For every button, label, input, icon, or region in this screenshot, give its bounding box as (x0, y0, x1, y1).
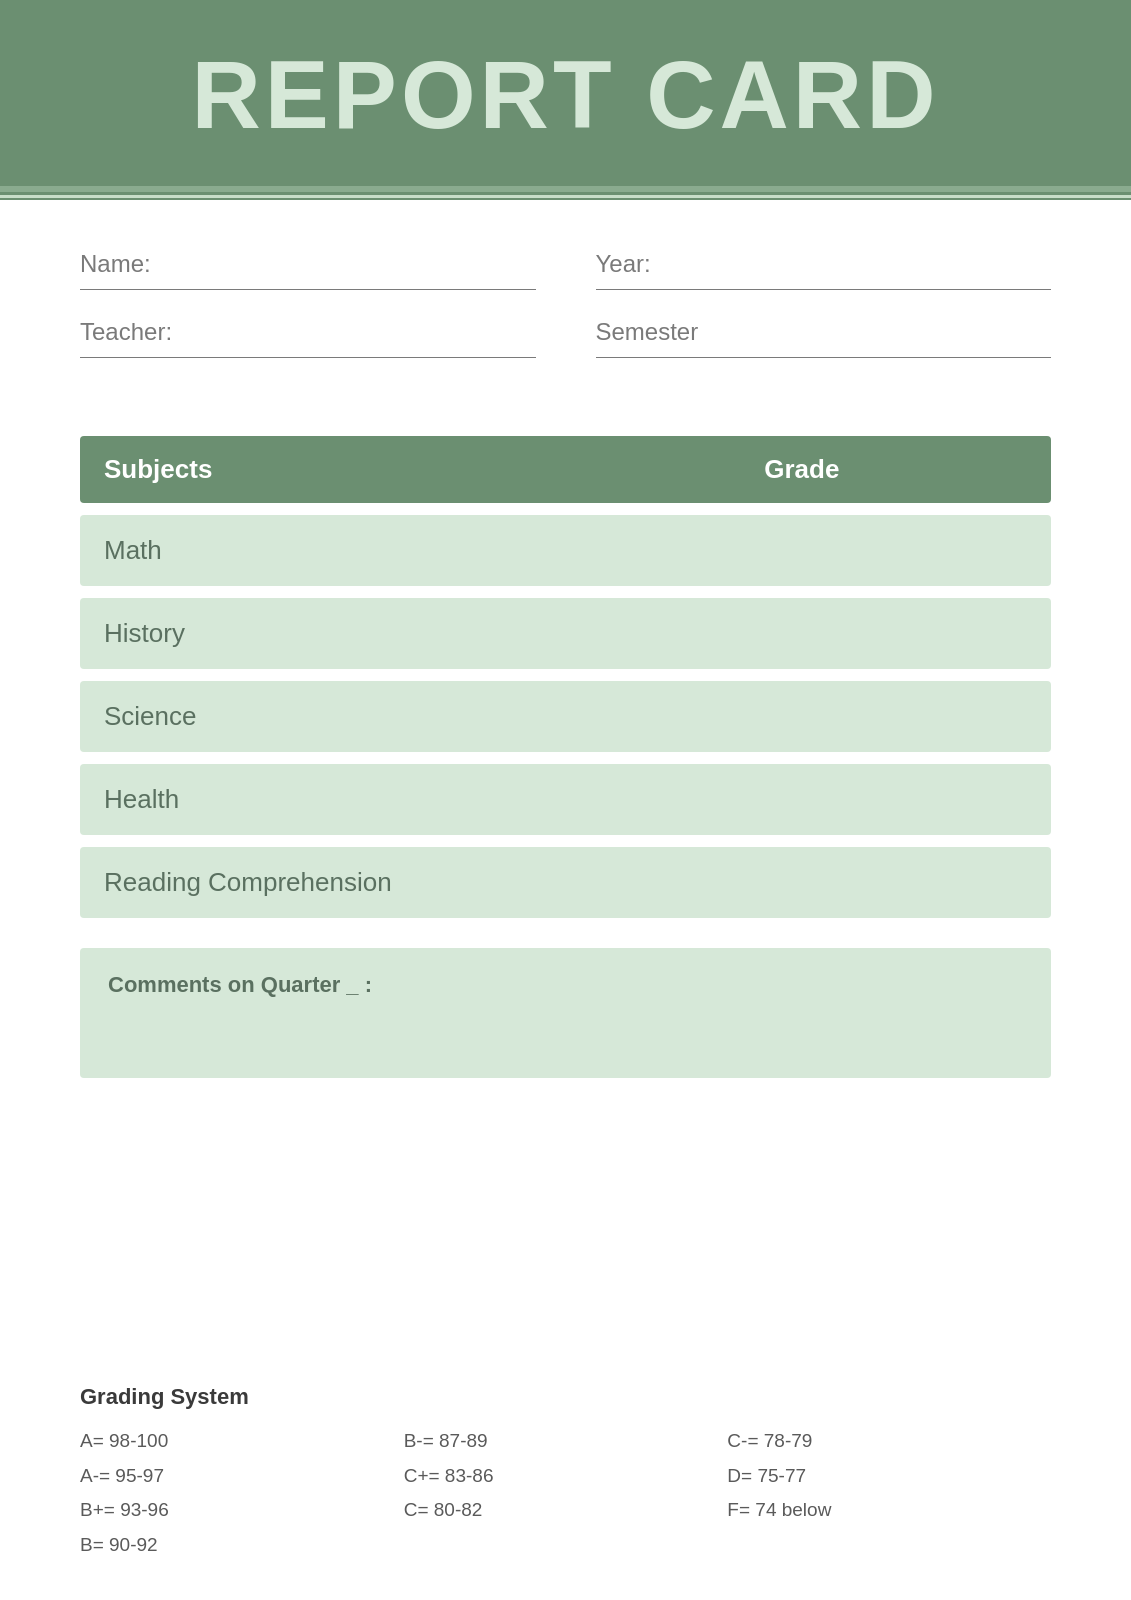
grading-item: F= 74 below (727, 1495, 1051, 1525)
grade-column-header: Grade (740, 436, 1051, 503)
grading-section: Grading System A= 98-100 A-= 95-97 B+= 93-… (0, 1344, 1131, 1600)
header-line-thin (0, 195, 1131, 198)
grade-cell (740, 681, 1051, 752)
table-row: Math (80, 515, 1051, 586)
table-row-spacer (80, 586, 1051, 598)
subject-cell: Reading Comprehension (80, 847, 740, 918)
teacher-underline (80, 350, 536, 358)
table-row: Health (80, 764, 1051, 835)
grade-cell (740, 515, 1051, 586)
name-label: Name: (80, 250, 536, 278)
grading-grid: A= 98-100 A-= 95-97 B+= 93-96 B= 90-92 B-= … (80, 1426, 1051, 1560)
grade-table-section: Subjects Grade Math History Science Health R… (0, 416, 1131, 938)
grading-item: A= 98-100 (80, 1426, 404, 1456)
subject-cell: Math (80, 515, 740, 586)
semester-label: Semester (596, 318, 1052, 346)
semester-field: Semester (596, 318, 1052, 358)
table-row: History (80, 598, 1051, 669)
grading-item: C+= 83-86 (404, 1461, 728, 1491)
subject-cell: History (80, 598, 740, 669)
year-field: Year: (596, 250, 1052, 290)
subject-cell: Health (80, 764, 740, 835)
info-row-1: Name: Year: (80, 250, 1051, 290)
year-underline (596, 282, 1052, 290)
table-row-spacer (80, 752, 1051, 764)
grade-cell (740, 847, 1051, 918)
semester-underline (596, 350, 1052, 358)
header: REPORT CARD (0, 0, 1131, 200)
comments-box: Comments on Quarter _ : (80, 948, 1051, 1078)
grading-item: C-= 78-79 (727, 1426, 1051, 1456)
grade-table: Subjects Grade Math History Science Health R… (80, 436, 1051, 918)
grading-col-3: C-= 78-79 D= 75-77 F= 74 below (727, 1426, 1051, 1560)
subjects-column-header: Subjects (80, 436, 740, 503)
grading-item: A-= 95-97 (80, 1461, 404, 1491)
table-row: Science (80, 681, 1051, 752)
header-decoration (0, 186, 1131, 200)
comments-label: Comments on Quarter _ : (108, 972, 372, 997)
grading-item: D= 75-77 (727, 1461, 1051, 1491)
grade-cell (740, 598, 1051, 669)
info-row-2: Teacher: Semester (80, 318, 1051, 358)
table-row-spacer (80, 669, 1051, 681)
grading-item: C= 80-82 (404, 1495, 728, 1525)
subject-cell: Science (80, 681, 740, 752)
table-row-spacer (80, 835, 1051, 847)
grading-item: B-= 87-89 (404, 1426, 728, 1456)
grading-item: B= 90-92 (80, 1530, 404, 1560)
grading-col-2: B-= 87-89 C+= 83-86 C= 80-82 (404, 1426, 728, 1560)
table-row: Reading Comprehension (80, 847, 1051, 918)
info-section: Name: Year: Teacher: Semester (0, 200, 1131, 416)
teacher-label: Teacher: (80, 318, 536, 346)
grade-cell (740, 764, 1051, 835)
grading-item: B+= 93-96 (80, 1495, 404, 1525)
teacher-field: Teacher: (80, 318, 536, 358)
table-header-row: Subjects Grade (80, 436, 1051, 503)
name-field: Name: (80, 250, 536, 290)
name-underline (80, 282, 536, 290)
year-label: Year: (596, 250, 1052, 278)
header-line-thick (0, 186, 1131, 192)
grading-col-1: A= 98-100 A-= 95-97 B+= 93-96 B= 90-92 (80, 1426, 404, 1560)
grading-title: Grading System (80, 1384, 1051, 1410)
comments-section: Comments on Quarter _ : (0, 938, 1131, 1098)
report-card-title: REPORT CARD (60, 40, 1071, 150)
page: REPORT CARD Name: Year: Teacher: Semeste… (0, 0, 1131, 1600)
table-row-spacer (80, 503, 1051, 515)
